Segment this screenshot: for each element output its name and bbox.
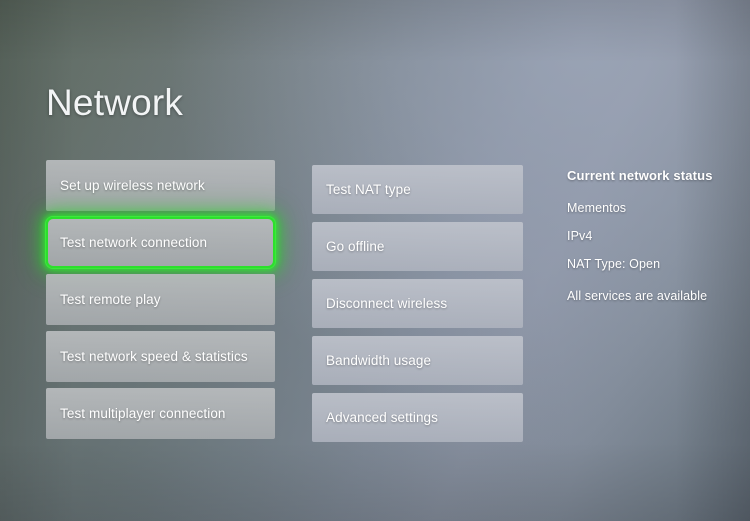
status-ip-version: IPv4 — [567, 229, 593, 243]
status-network-name: Mementos — [567, 201, 627, 215]
menu-item-set-up-wireless-network[interactable]: Set up wireless network — [46, 160, 275, 211]
menu-item-test-remote-play[interactable]: Test remote play — [46, 274, 275, 325]
menu-item-test-nat-type[interactable]: Test NAT type — [312, 165, 523, 214]
menu-item-bandwidth-usage[interactable]: Bandwidth usage — [312, 336, 523, 385]
menu-item-label: Test remote play — [60, 292, 161, 307]
status-nat-type: NAT Type: Open — [567, 257, 661, 271]
menu-item-label: Test network speed & statistics — [60, 349, 248, 364]
status-panel-heading: Current network status — [567, 168, 713, 183]
menu-item-label: Advanced settings — [326, 410, 439, 425]
menu-item-label: Test NAT type — [326, 182, 411, 197]
network-menu-left-column: Set up wireless network Test network con… — [46, 160, 275, 445]
menu-item-test-network-speed-statistics[interactable]: Test network speed & statistics — [46, 331, 275, 382]
menu-item-test-multiplayer-connection[interactable]: Test multiplayer connection — [46, 388, 275, 439]
network-settings-screen: Network Set up wireless network Test net… — [0, 0, 750, 521]
page-title: Network — [46, 82, 184, 123]
menu-item-label: Test network connection — [60, 235, 208, 250]
menu-item-label: Set up wireless network — [60, 178, 205, 193]
status-services-message: All services are available — [567, 289, 708, 303]
menu-item-label: Go offline — [326, 239, 385, 254]
menu-item-label: Test multiplayer connection — [60, 406, 226, 421]
menu-item-go-offline[interactable]: Go offline — [312, 222, 523, 271]
menu-item-label: Bandwidth usage — [326, 353, 432, 368]
menu-item-test-network-connection[interactable]: Test network connection — [46, 217, 275, 268]
menu-item-label: Disconnect wireless — [326, 296, 448, 311]
current-network-status-panel: Current network status Mementos IPv4 NAT… — [567, 168, 742, 317]
menu-item-advanced-settings[interactable]: Advanced settings — [312, 393, 523, 442]
network-menu-middle-column: Test NAT type Go offline Disconnect wire… — [312, 165, 523, 450]
menu-item-disconnect-wireless[interactable]: Disconnect wireless — [312, 279, 523, 328]
